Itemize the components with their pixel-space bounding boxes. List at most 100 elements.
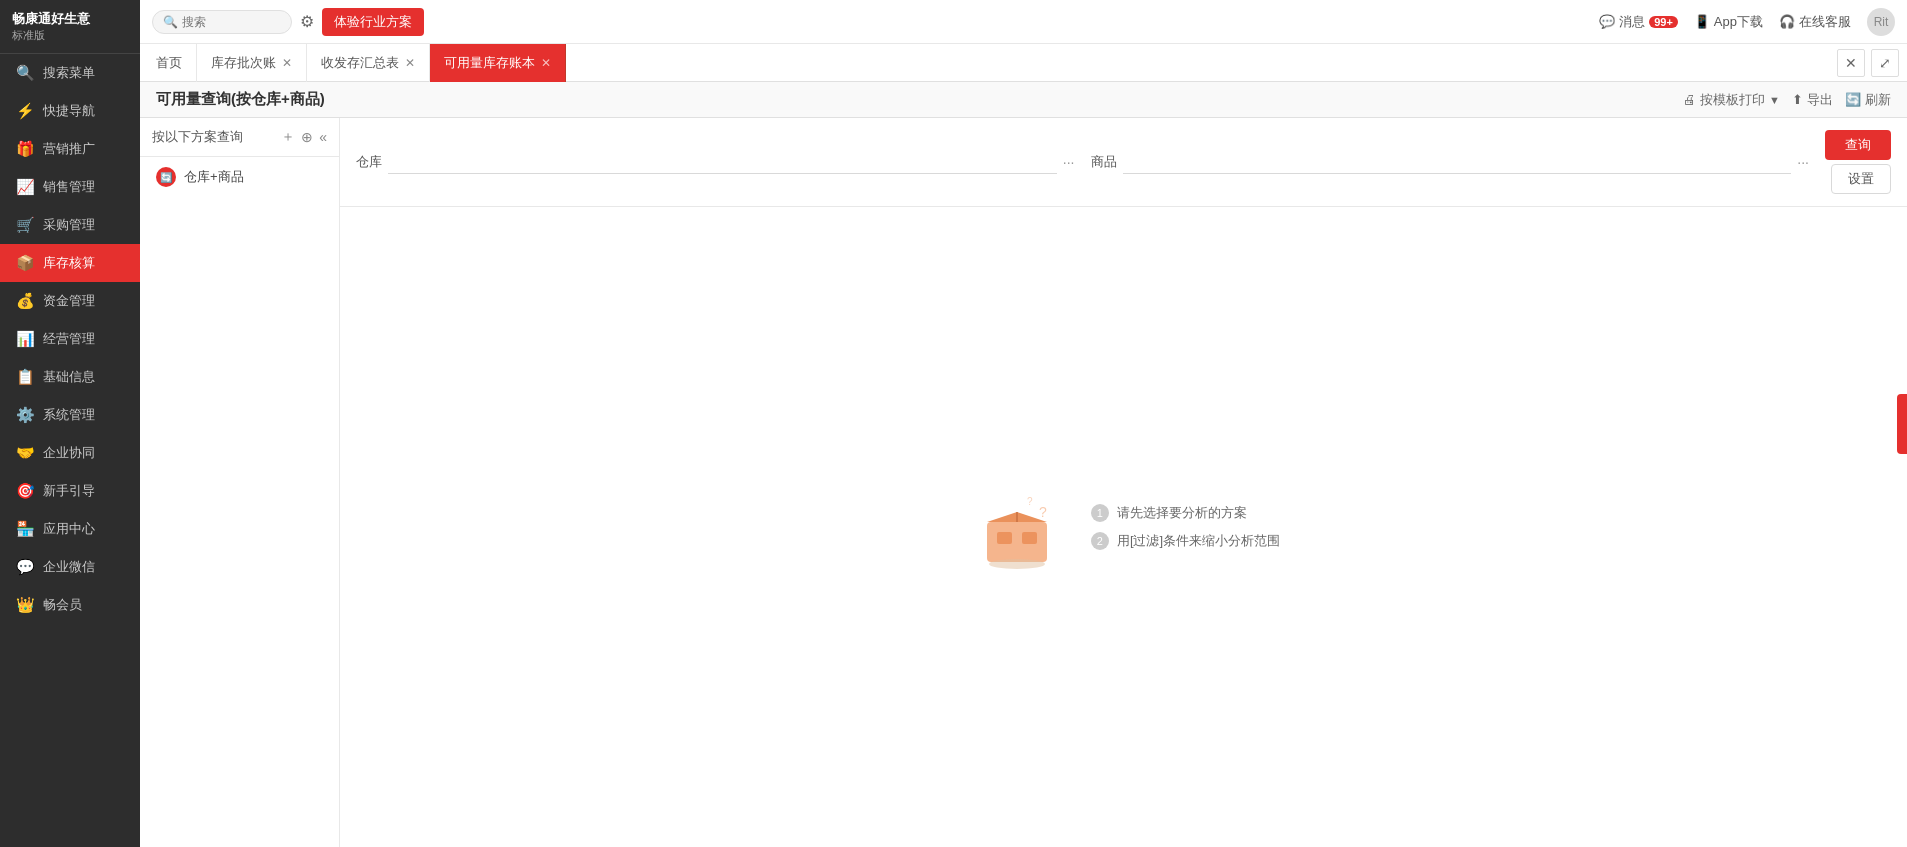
topbar-right: 💬 消息 99+ 📱 App下载 🎧 在线客服 Rit	[1599, 8, 1895, 36]
chevron-down-icon: ▼	[1769, 94, 1780, 106]
sidebar-icon-cooperation: 🤝	[16, 444, 35, 462]
topbar: 🔍 ⚙ 体验行业方案 💬 消息 99+ 📱 App下载 🎧 在线客服 Rit	[140, 0, 1907, 44]
settings-icon[interactable]: ⚙	[300, 12, 314, 31]
query-button[interactable]: 查询	[1825, 130, 1891, 160]
close-tab-button[interactable]: ✕	[1837, 49, 1865, 77]
sidebar-item-inventory[interactable]: 📦 库存核算	[0, 244, 140, 282]
tab-available[interactable]: 可用量库存账本 ✕	[430, 44, 566, 82]
svg-rect-3	[997, 532, 1012, 544]
svg-rect-0	[987, 522, 1047, 562]
right-handle[interactable]	[1897, 394, 1907, 454]
sidebar-item-wechat[interactable]: 💬 企业微信	[0, 548, 140, 586]
tab-close-summary[interactable]: ✕	[405, 56, 415, 70]
product-input[interactable]	[1123, 150, 1792, 174]
service-btn[interactable]: 🎧 在线客服	[1779, 13, 1851, 31]
sidebar-item-member[interactable]: 👑 畅会员	[0, 586, 140, 624]
tab-label-batch: 库存批次账	[211, 54, 276, 72]
scheme-label: 仓库+商品	[184, 168, 244, 186]
tab-label-summary: 收发存汇总表	[321, 54, 399, 72]
query-actions: 查询 设置	[1825, 130, 1891, 194]
left-panel-header: 按以下方案查询 ＋ ⊕ «	[140, 118, 339, 157]
query-filters: 仓库 ··· 商品 ··· 查询 设置	[340, 118, 1907, 207]
sidebar-icon-basic: 📋	[16, 368, 35, 386]
add-scheme-icon[interactable]: ＋	[281, 128, 295, 146]
scheme-item-warehouse-product[interactable]: 🔄 仓库+商品	[140, 157, 339, 197]
sidebar-label-purchase: 采购管理	[43, 216, 95, 234]
tab-close-available[interactable]: ✕	[541, 56, 551, 70]
sidebar-item-finance[interactable]: 💰 资金管理	[0, 282, 140, 320]
sidebar: 畅康通好生意 标准版 🔍 搜索菜单 ⚡ 快捷导航 🎁 营销推广 📈 销售管理 🛒…	[0, 0, 140, 847]
sidebar-icon-system: ⚙️	[16, 406, 35, 424]
sidebar-item-search[interactable]: 🔍 搜索菜单	[0, 54, 140, 92]
sidebar-item-guide[interactable]: 🎯 新手引导	[0, 472, 140, 510]
sidebar-icon-shortcut: ⚡	[16, 102, 35, 120]
tabs-controls: ✕ ⤢	[1837, 49, 1907, 77]
main-content: 🔍 ⚙ 体验行业方案 💬 消息 99+ 📱 App下载 🎧 在线客服 Rit	[140, 0, 1907, 847]
tabs-bar: 首页 库存批次账 ✕ 收发存汇总表 ✕ 可用量库存账本 ✕ ✕ ⤢	[140, 44, 1907, 82]
export-btn[interactable]: ⬆ 导出	[1792, 91, 1833, 109]
scheme-icon: 🔄	[156, 167, 176, 187]
sidebar-icon-inventory: 📦	[16, 254, 35, 272]
sidebar-item-marketing[interactable]: 🎁 营销推广	[0, 130, 140, 168]
sidebar-item-shortcut[interactable]: ⚡ 快捷导航	[0, 92, 140, 130]
sidebar-label-appstore: 应用中心	[43, 520, 95, 538]
tip-num-2: 2	[1091, 532, 1109, 550]
expand-tab-button[interactable]: ⤢	[1871, 49, 1899, 77]
sidebar-item-purchase[interactable]: 🛒 采购管理	[0, 206, 140, 244]
sidebar-item-sales[interactable]: 📈 销售管理	[0, 168, 140, 206]
sidebar-item-basic[interactable]: 📋 基础信息	[0, 358, 140, 396]
sidebar-item-operations[interactable]: 📊 经营管理	[0, 320, 140, 358]
svg-point-5	[989, 559, 1045, 569]
avatar[interactable]: Rit	[1867, 8, 1895, 36]
tab-label-home: 首页	[156, 54, 182, 72]
refresh-btn[interactable]: 🔄 刷新	[1845, 91, 1891, 109]
empty-tip-2: 2 用[过滤]条件来缩小分析范围	[1091, 532, 1280, 550]
refresh-icon: 🔄	[1845, 92, 1861, 107]
page-header: 可用量查询(按仓库+商品) 🖨 按模板打印 ▼ ⬆ 导出 🔄 刷新	[140, 82, 1907, 118]
warehouse-more-btn[interactable]: ···	[1063, 154, 1075, 170]
app-download-btn[interactable]: 📱 App下载	[1694, 13, 1763, 31]
message-icon: 💬	[1599, 14, 1615, 29]
left-panel-icons: ＋ ⊕ «	[281, 128, 327, 146]
message-badge: 99+	[1649, 16, 1678, 28]
content-area: 按以下方案查询 ＋ ⊕ « 🔄 仓库+商品 仓库 ···	[140, 118, 1907, 847]
left-panel-title: 按以下方案查询	[152, 128, 243, 146]
sidebar-scroll: 🔍 搜索菜单 ⚡ 快捷导航 🎁 营销推广 📈 销售管理 🛒 采购管理 📦 库存核…	[0, 54, 140, 847]
query-panel: 仓库 ··· 商品 ··· 查询 设置	[340, 118, 1907, 847]
settings-scheme-icon[interactable]: ⊕	[301, 129, 313, 145]
tab-label-available: 可用量库存账本	[444, 54, 535, 72]
warehouse-input[interactable]	[388, 150, 1057, 174]
page-header-actions: 🖨 按模板打印 ▼ ⬆ 导出 🔄 刷新	[1683, 91, 1891, 109]
tab-close-batch[interactable]: ✕	[282, 56, 292, 70]
print-btn[interactable]: 🖨 按模板打印 ▼	[1683, 91, 1780, 109]
tab-home[interactable]: 首页	[148, 44, 197, 82]
phone-icon: 📱	[1694, 14, 1710, 29]
message-btn[interactable]: 💬 消息 99+	[1599, 13, 1678, 31]
export-icon: ⬆	[1792, 92, 1803, 107]
tab-summary[interactable]: 收发存汇总表 ✕	[307, 44, 430, 82]
collapse-panel-icon[interactable]: «	[319, 129, 327, 145]
sidebar-header: 畅康通好生意 标准版	[0, 0, 140, 54]
warehouse-filter: 仓库 ···	[356, 150, 1075, 174]
search-input[interactable]	[182, 15, 282, 29]
sidebar-logo-sub: 标准版	[12, 28, 128, 43]
sidebar-item-appstore[interactable]: 🏪 应用中心	[0, 510, 140, 548]
sidebar-icon-finance: 💰	[16, 292, 35, 310]
sidebar-logo-title: 畅康通好生意	[12, 10, 128, 28]
sidebar-label-marketing: 营销推广	[43, 140, 95, 158]
page-title: 可用量查询(按仓库+商品)	[156, 90, 325, 109]
warehouse-label: 仓库	[356, 153, 382, 171]
product-more-btn[interactable]: ···	[1797, 154, 1809, 170]
tab-batch[interactable]: 库存批次账 ✕	[197, 44, 307, 82]
sidebar-item-cooperation[interactable]: 🤝 企业协同	[0, 434, 140, 472]
settings-button[interactable]: 设置	[1831, 164, 1891, 194]
headset-icon: 🎧	[1779, 14, 1795, 29]
empty-state: ? ? 1 请先选择要分析的方案 2 用[过滤]条件来缩小分析范围	[340, 207, 1907, 847]
sidebar-label-operations: 经营管理	[43, 330, 95, 348]
sidebar-item-system[interactable]: ⚙️ 系统管理	[0, 396, 140, 434]
svg-rect-4	[1022, 532, 1037, 544]
trial-button[interactable]: 体验行业方案	[322, 8, 424, 36]
sidebar-label-inventory: 库存核算	[43, 254, 95, 272]
empty-tips: 1 请先选择要分析的方案 2 用[过滤]条件来缩小分析范围	[1091, 504, 1280, 550]
search-bar[interactable]: 🔍	[152, 10, 292, 34]
